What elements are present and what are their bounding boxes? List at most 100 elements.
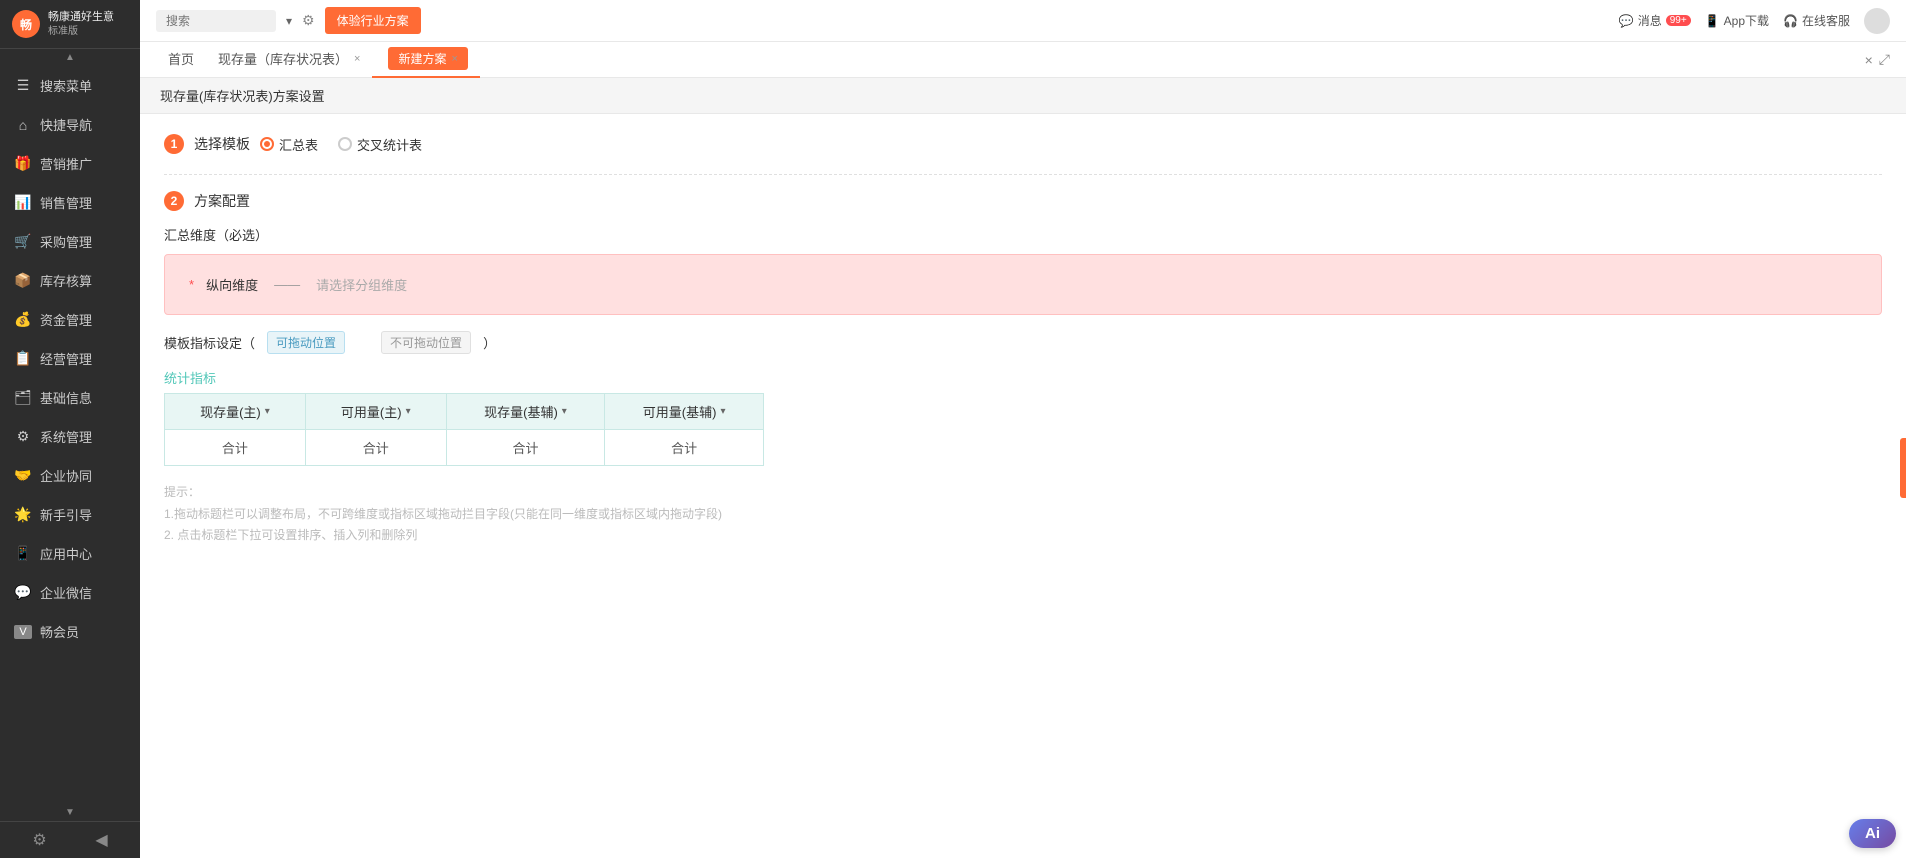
step2-section: 2 方案配置 汇总维度（必选） * 纵向维度 —— 请选择分组维度 模板指标设定… xyxy=(164,191,1882,547)
tab-home[interactable]: 首页 xyxy=(156,42,206,78)
tab-inventory-close-icon[interactable]: × xyxy=(354,53,360,65)
chevron-available-main-icon: ▾ xyxy=(406,406,411,417)
indicator-close: ） xyxy=(483,333,496,352)
cell-available-aux-total: 合计 xyxy=(605,430,764,466)
radio-crosstab-dot xyxy=(338,137,352,151)
messages-button[interactable]: 💬 消息 99+ xyxy=(1619,12,1691,29)
guide-icon: 🌟 xyxy=(14,506,32,523)
sidebar-item-new-guide[interactable]: 🌟 新手引导 xyxy=(0,495,140,534)
th-current-main[interactable]: 现存量(主) ▾ xyxy=(165,394,306,430)
sidebar-item-finance[interactable]: 💰 资金管理 xyxy=(0,300,140,339)
sidebar-item-label: 销售管理 xyxy=(40,193,92,212)
step-divider xyxy=(164,174,1882,175)
sales-icon: 📊 xyxy=(14,194,32,211)
sidebar-item-marketing[interactable]: 🎁 营销推广 xyxy=(0,144,140,183)
radio-summary-dot xyxy=(260,137,274,151)
step2-label: 方案配置 xyxy=(194,191,250,211)
sidebar-item-label: 库存核算 xyxy=(40,271,92,290)
tabs-bar: 首页 现存量（库存状况表） × 新建方案 × × ⤢ xyxy=(140,42,1906,78)
app-logo: 畅 畅康通好生意 标准版 xyxy=(0,0,140,49)
cell-current-main-total: 合计 xyxy=(165,430,306,466)
chevron-current-main-icon: ▾ xyxy=(265,406,270,417)
sidebar-item-system[interactable]: ⚙ 系统管理 xyxy=(0,417,140,456)
sidebar-item-basic-info[interactable]: 🗂 基础信息 xyxy=(0,378,140,417)
dimension-row: * 纵向维度 —— 请选择分组维度 xyxy=(189,275,1857,294)
sidebar-item-label: 基础信息 xyxy=(40,388,92,407)
tab-new-scheme-label[interactable]: 新建方案 × xyxy=(388,47,467,70)
th-available-main[interactable]: 可用量(主) ▾ xyxy=(305,394,446,430)
app-version: 标准版 xyxy=(48,25,114,38)
close-panel-button[interactable]: × xyxy=(1865,51,1873,68)
indicator-not-drag-label xyxy=(357,334,369,351)
topbar-left: ▾ ⚙ 体验行业方案 xyxy=(156,7,421,34)
th-current-aux[interactable]: 现存量(基辅) ▾ xyxy=(446,394,605,430)
online-support-button[interactable]: 🎧 在线客服 xyxy=(1783,12,1850,29)
tips-section: 提示： 1.拖动标题栏可以调整布局，不可跨维度或指标区域拖动拦目字段(只能在同一… xyxy=(164,482,1882,547)
app-download-button[interactable]: 📱 App下载 xyxy=(1705,12,1769,29)
basic-info-icon: 🗂 xyxy=(14,389,32,406)
sidebar-item-quick-nav[interactable]: ⌂ 快捷导航 xyxy=(0,105,140,144)
industry-plan-button[interactable]: 体验行业方案 xyxy=(325,7,421,34)
tab-inventory-status[interactable]: 现存量（库存状况表） × xyxy=(206,42,372,78)
gear-icon[interactable]: ⚙ xyxy=(302,12,315,29)
tab-new-scheme[interactable]: 新建方案 × xyxy=(372,42,479,78)
sidebar-scroll-down[interactable]: ▼ xyxy=(0,804,140,821)
app-icon: 📱 xyxy=(14,545,32,562)
sidebar-item-label: 资金管理 xyxy=(40,310,92,329)
finance-icon: 💰 xyxy=(14,311,32,328)
sidebar-item-label: 经营管理 xyxy=(40,349,92,368)
app-name: 畅康通好生意 xyxy=(48,10,114,24)
th-available-aux[interactable]: 可用量(基辅) ▾ xyxy=(605,394,764,430)
sidebar-item-inventory[interactable]: 📦 库存核算 xyxy=(0,261,140,300)
sidebar-item-label: 采购管理 xyxy=(40,232,92,251)
step1-header: 1 选择模板 汇总表 交叉统计表 xyxy=(164,134,1882,154)
sidebar-item-label: 搜索菜单 xyxy=(40,76,92,95)
radio-summary[interactable]: 汇总表 xyxy=(260,135,318,154)
enterprise-icon: 🤝 xyxy=(14,467,32,484)
sidebar-item-operations[interactable]: 📋 经营管理 xyxy=(0,339,140,378)
messages-badge: 99+ xyxy=(1666,15,1691,26)
cell-available-main-total: 合计 xyxy=(305,430,446,466)
tab-actions: × ⤢ xyxy=(1865,51,1890,68)
search-menu-icon: ☰ xyxy=(14,77,32,94)
tab-new-scheme-close-icon[interactable]: × xyxy=(451,53,457,65)
dropdown-icon[interactable]: ▾ xyxy=(286,14,292,28)
not-draggable-indicator-tag: 不可拖动位置 xyxy=(381,331,471,354)
chevron-available-aux-icon: ▾ xyxy=(720,406,725,417)
stats-table: 现存量(主) ▾ 可用量(主) ▾ xyxy=(164,393,764,466)
indicator-row: 模板指标设定（ 可拖动位置 不可拖动位置 ） xyxy=(164,331,1882,354)
gift-icon: 🎁 xyxy=(14,155,32,172)
sidebar-item-search-menu[interactable]: ☰ 搜索菜单 xyxy=(0,66,140,105)
sidebar-item-purchase[interactable]: 🛒 采购管理 xyxy=(0,222,140,261)
scheme-panel: 1 选择模板 汇总表 交叉统计表 xyxy=(140,114,1906,858)
step1-section: 1 选择模板 汇总表 交叉统计表 xyxy=(164,134,1882,154)
required-mark: * xyxy=(189,277,194,292)
dimension-box[interactable]: * 纵向维度 —— 请选择分组维度 xyxy=(164,254,1882,315)
collapse-icon[interactable]: ◀ xyxy=(95,830,107,850)
members-icon: V xyxy=(14,625,32,639)
step1-label: 选择模板 xyxy=(194,134,250,154)
chevron-current-aux-icon: ▾ xyxy=(562,406,567,417)
system-icon: ⚙ xyxy=(14,428,32,445)
logo-icon: 畅 xyxy=(12,10,40,38)
expand-panel-button[interactable]: ⤢ xyxy=(1879,51,1890,68)
inventory-icon: 📦 xyxy=(14,272,32,289)
search-input[interactable] xyxy=(156,10,276,32)
sidebar-item-sales[interactable]: 📊 销售管理 xyxy=(0,183,140,222)
sidebar-item-enterprise-wx[interactable]: 💬 企业微信 xyxy=(0,573,140,612)
operations-icon: 📋 xyxy=(14,350,32,367)
sidebar-item-label: 应用中心 xyxy=(40,544,92,563)
home-icon: ⌂ xyxy=(14,117,32,133)
cell-current-aux-total: 合计 xyxy=(446,430,605,466)
settings-icon[interactable]: ⚙ xyxy=(32,830,46,850)
avatar[interactable] xyxy=(1864,8,1890,34)
ai-float-button[interactable]: Ai xyxy=(1849,819,1896,848)
sidebar-item-app-center[interactable]: 📱 应用中心 xyxy=(0,534,140,573)
sidebar-item-members[interactable]: V 畅会员 xyxy=(0,612,140,651)
sidebar-item-enterprise[interactable]: 🤝 企业协同 xyxy=(0,456,140,495)
sidebar-nav: ☰ 搜索菜单 ⌂ 快捷导航 🎁 营销推广 📊 销售管理 🛒 采购管理 📦 库存核… xyxy=(0,66,140,804)
radio-crosstab[interactable]: 交叉统计表 xyxy=(338,135,422,154)
sidebar-scroll-up[interactable]: ▲ xyxy=(0,49,140,66)
app-download-icon: 📱 xyxy=(1705,14,1720,28)
topbar: ▾ ⚙ 体验行业方案 💬 消息 99+ 📱 App下载 🎧 在线客服 xyxy=(140,0,1906,42)
